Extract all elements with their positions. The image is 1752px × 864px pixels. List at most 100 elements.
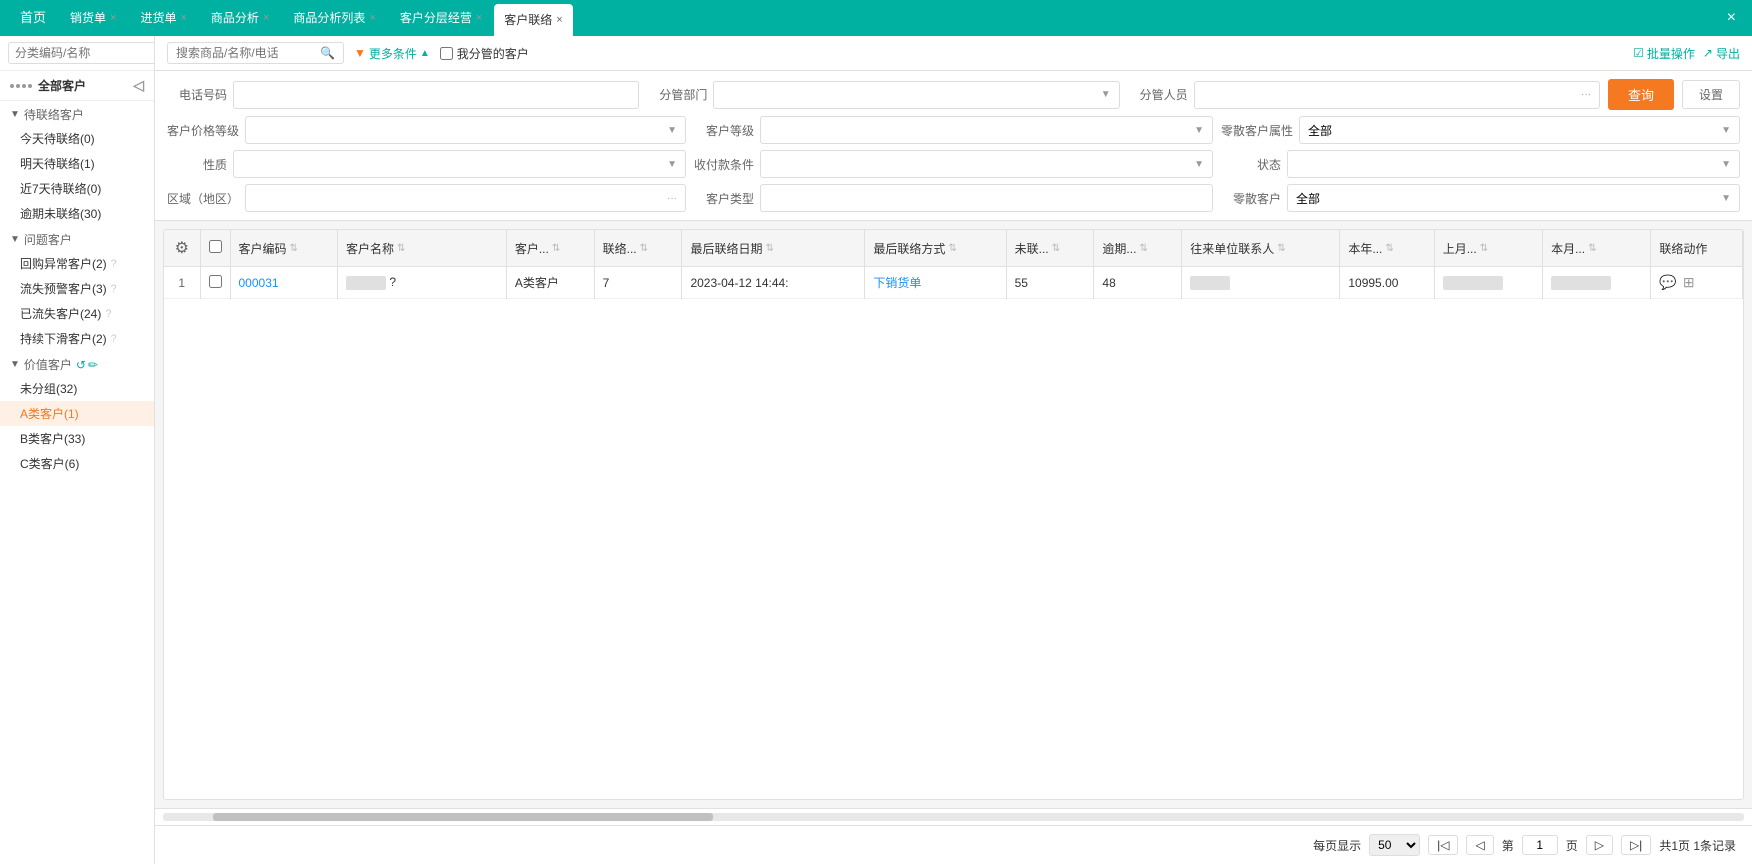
message-action-icon[interactable]: 💬	[1659, 274, 1676, 291]
filter-search-icon[interactable]: 🔍	[320, 46, 335, 60]
input-manager[interactable]: ···	[1194, 81, 1600, 109]
close-customer-tier-tab[interactable]: ×	[476, 0, 482, 36]
sidebar-item-class-b[interactable]: B类客户(33)	[0, 426, 154, 451]
input-nature[interactable]: ▼	[233, 150, 686, 178]
export-button[interactable]: ↗ 导出	[1703, 45, 1740, 62]
section-pending-contact[interactable]: ▼ 待联络客户	[0, 101, 154, 126]
sidebar-item-churned[interactable]: 已流失客户(24) ?	[0, 301, 154, 326]
field-dept: 分管部门 ▼	[647, 81, 1119, 109]
col-this-month[interactable]: 本月...⇅	[1543, 230, 1651, 267]
my-customers-filter[interactable]: 我分管的客户	[440, 45, 529, 62]
input-region[interactable]: ···	[245, 184, 686, 212]
input-customer-level[interactable]: ▼	[760, 116, 1213, 144]
col-last-method[interactable]: 最后联络方式⇅	[865, 230, 1006, 267]
sidebar-item-overdue[interactable]: 逾期未联络(30)	[0, 201, 154, 226]
section-value-customers[interactable]: ▼ 价值客户 ↺ ✏	[0, 351, 154, 376]
field-phone: 电话号码	[167, 81, 639, 109]
close-product-list-tab[interactable]: ×	[369, 0, 375, 36]
filter-search-input[interactable]	[176, 46, 316, 60]
col-category[interactable]: 客户...⇅	[506, 230, 594, 267]
sidebar-item-ungrouped[interactable]: 未分组(32)	[0, 376, 154, 401]
table-row: 1 000031 ? A类客户 7 2023-04-12	[164, 267, 1743, 299]
row-checkbox[interactable]	[209, 275, 222, 288]
payment-caret: ▼	[1194, 159, 1204, 170]
sidebar-item-class-a[interactable]: A类客户(1)	[0, 401, 154, 426]
section-problem-customers[interactable]: ▼ 问题客户	[0, 226, 154, 251]
close-purchase-tab[interactable]: ×	[180, 0, 186, 36]
sidebar-item-class-c[interactable]: C类客户(6)	[0, 451, 154, 476]
cell-last-method: 下销货单	[865, 267, 1006, 299]
sidebar-item-tomorrow[interactable]: 明天待联络(1)	[0, 151, 154, 176]
batch-op-button[interactable]: ☑ 批量操作	[1633, 45, 1695, 62]
input-status[interactable]: ▼	[1287, 150, 1740, 178]
close-window-button[interactable]: ×	[1719, 9, 1744, 27]
input-phone[interactable]	[233, 81, 639, 109]
sidebar-item-today[interactable]: 今天待联络(0)	[0, 126, 154, 151]
scrollbar-thumb[interactable]	[213, 813, 713, 821]
col-last-month[interactable]: 上月...⇅	[1434, 230, 1542, 267]
page-input[interactable]	[1522, 835, 1558, 855]
nav-home[interactable]: 首页	[8, 0, 58, 36]
refresh-value-icon[interactable]: ↺	[76, 358, 86, 372]
nav-customer-contact[interactable]: 客户联络 ×	[494, 4, 572, 36]
input-dept[interactable]: ▼	[713, 81, 1119, 109]
sidebar-all-customers[interactable]: 全部客户 ◁	[0, 71, 154, 101]
nav-purchase[interactable]: 进货单 ×	[128, 0, 198, 36]
col-code[interactable]: 客户编码⇅	[230, 230, 338, 267]
col-uncontacted[interactable]: 未联...⇅	[1006, 230, 1094, 267]
filter-search-container: 🔍	[167, 42, 344, 64]
col-gear[interactable]: ⚙	[164, 230, 200, 267]
input-retail-attr[interactable]: 全部▼	[1299, 116, 1740, 144]
col-contact-person[interactable]: 往来单位联系人⇅	[1182, 230, 1340, 267]
col-last-date[interactable]: 最后联络日期⇅	[682, 230, 865, 267]
label-dept: 分管部门	[647, 86, 707, 103]
nav-sales[interactable]: 销货单 ×	[58, 0, 128, 36]
sidebar-item-churn-warning[interactable]: 流失预警客户(3) ?	[0, 276, 154, 301]
cell-actions: 💬 ⊞	[1651, 267, 1743, 299]
close-sales-tab[interactable]: ×	[110, 0, 116, 36]
close-customer-contact-tab[interactable]: ×	[556, 4, 562, 36]
col-checkbox	[200, 230, 230, 267]
sort-code: ⇅	[290, 243, 298, 254]
scrollbar-track	[163, 813, 1744, 821]
nav-product-analysis[interactable]: 商品分析 ×	[199, 0, 281, 36]
per-page-select[interactable]: 50 20 100	[1369, 834, 1420, 856]
next-page-button[interactable]: ▷	[1586, 835, 1613, 855]
input-retail[interactable]: 全部▼	[1287, 184, 1740, 212]
my-customers-checkbox[interactable]	[440, 47, 453, 60]
col-this-year[interactable]: 本年...⇅	[1340, 230, 1434, 267]
region-dots[interactable]: ···	[667, 193, 677, 204]
cell-checkbox[interactable]	[200, 267, 230, 299]
last-page-button[interactable]: ▷|	[1621, 835, 1651, 855]
label-region: 区域（地区）	[167, 190, 239, 207]
select-all-checkbox[interactable]	[209, 240, 222, 253]
input-price-level[interactable]: ▼	[245, 116, 686, 144]
sidebar-item-repurchase-anomaly[interactable]: 回购异常客户(2) ?	[0, 251, 154, 276]
close-product-analysis-tab[interactable]: ×	[263, 0, 269, 36]
query-button[interactable]: 查询	[1608, 79, 1674, 110]
field-retail-attr: 零散客户属性 全部▼	[1221, 116, 1740, 144]
input-payment[interactable]: ▼	[760, 150, 1213, 178]
first-page-button[interactable]: |◁	[1428, 835, 1458, 855]
sidebar-collapse-icon[interactable]: ◁	[133, 77, 144, 94]
nav-product-list[interactable]: 商品分析列表 ×	[281, 0, 387, 36]
input-customer-type[interactable]	[760, 184, 1213, 212]
col-name[interactable]: 客户名称⇅	[338, 230, 507, 267]
col-contacts[interactable]: 联络...⇅	[594, 230, 682, 267]
qr-action-icon[interactable]: ⊞	[1683, 274, 1695, 291]
filter-more-button[interactable]: ▼ 更多条件 ▲	[354, 45, 430, 62]
prev-page-button[interactable]: ◁	[1466, 835, 1493, 855]
nav-customer-tier[interactable]: 客户分层经营 ×	[388, 0, 494, 36]
field-manager: 分管人员 ···	[1128, 81, 1600, 109]
cell-code[interactable]: 000031	[230, 267, 338, 299]
manager-dots[interactable]: ···	[1581, 89, 1591, 100]
edit-value-icon[interactable]: ✏	[88, 358, 98, 372]
sidebar-item-declining[interactable]: 持续下滑客户(2) ?	[0, 326, 154, 351]
all-customers-icon	[10, 84, 32, 88]
adv-row-2: 客户价格等级 ▼ 客户等级 ▼ 零散客户属性 全部▼	[167, 116, 1740, 144]
col-overdue[interactable]: 逾期...⇅	[1094, 230, 1182, 267]
sidebar-search-input[interactable]	[8, 42, 155, 64]
gear-icon[interactable]: ⚙	[175, 240, 189, 257]
sidebar-item-7days[interactable]: 近7天待联络(0)	[0, 176, 154, 201]
setting-button[interactable]: 设置	[1682, 80, 1740, 109]
